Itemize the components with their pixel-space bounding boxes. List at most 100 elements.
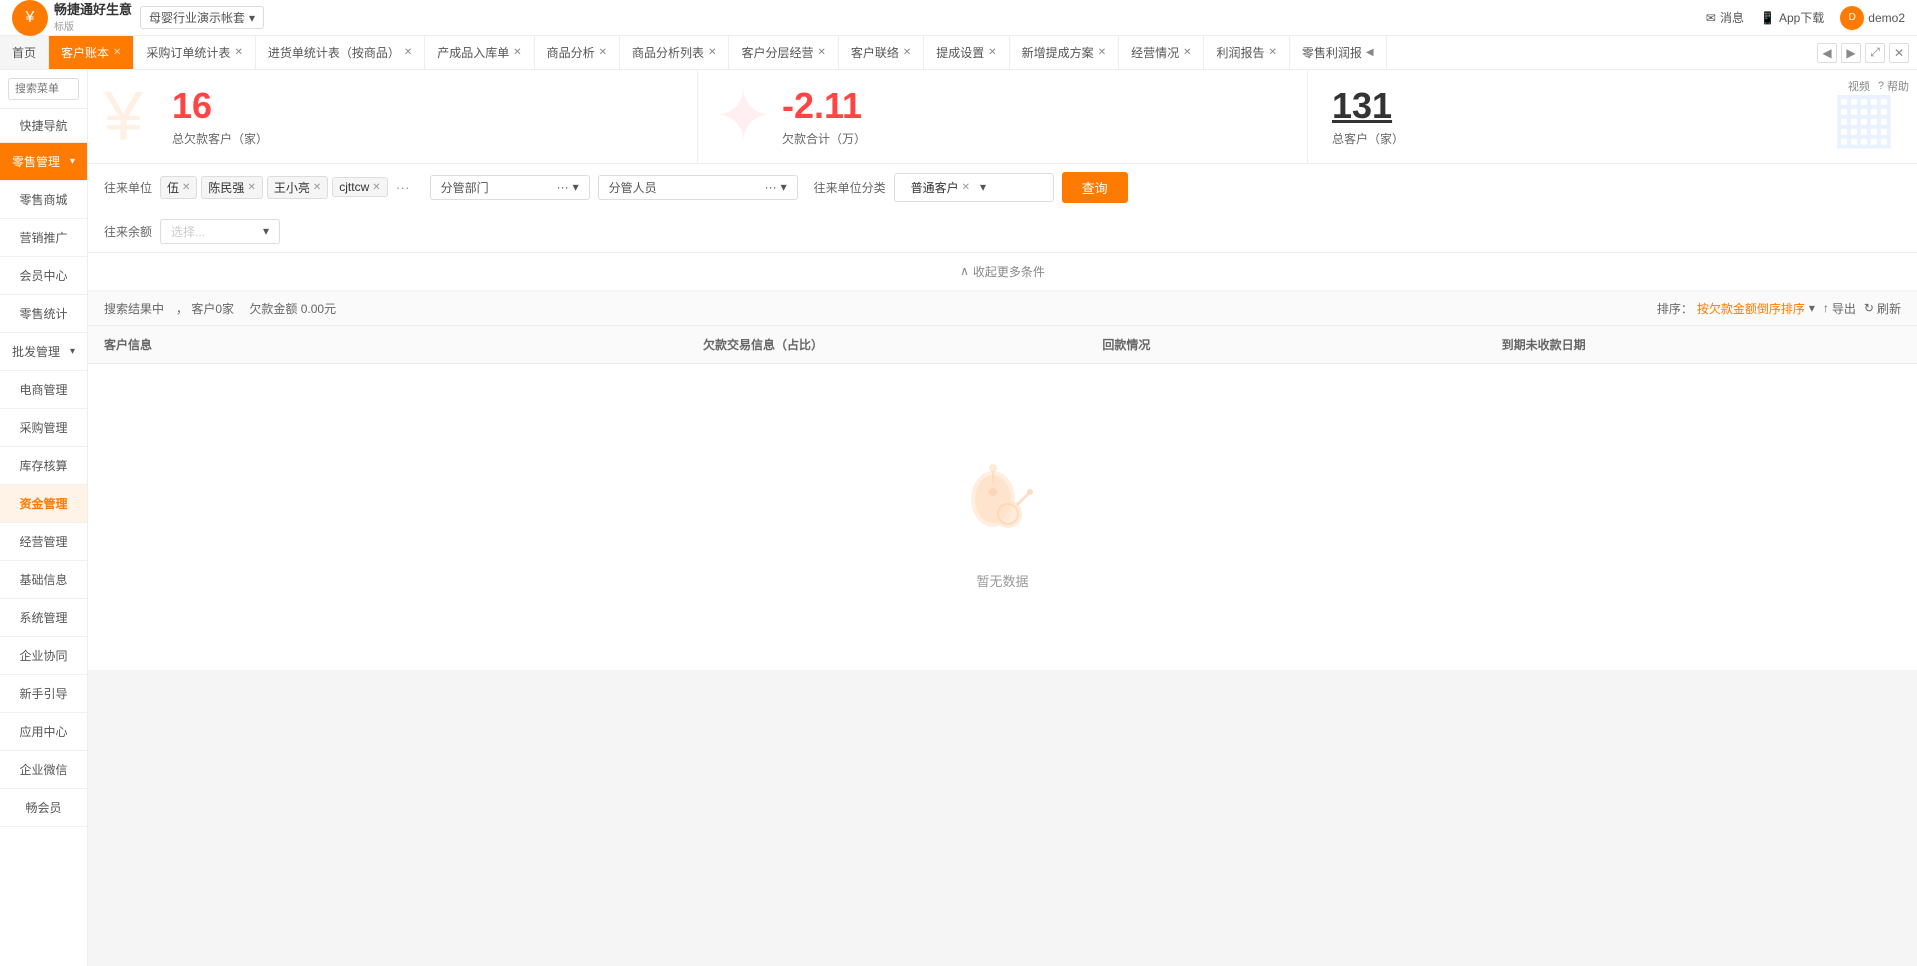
sort-select[interactable]: 排序： 按欠款金额倒序排序 ▾ — [1657, 300, 1815, 317]
tab-goods-analysis-list-label: 商品分析列表 — [632, 44, 704, 61]
sidebar-item-system-mgmt[interactable]: 系统管理 — [0, 599, 87, 637]
nav-prev-btn[interactable]: ◀ — [1817, 43, 1837, 63]
sidebar-item-retail-mgmt[interactable]: 零售管理 ▾ — [0, 143, 87, 181]
tab-profit-report-close[interactable]: ✕ — [1269, 47, 1277, 58]
tab-product-instock-close[interactable]: ✕ — [513, 47, 521, 58]
balance-filter[interactable]: 选择... ▾ — [160, 219, 280, 244]
tab-commission-setting[interactable]: 提成设置 ✕ — [924, 36, 1009, 69]
tab-customer-layer-close[interactable]: ✕ — [817, 47, 825, 58]
table-col-due-date-label: 到期未收款日期 — [1502, 338, 1586, 352]
filter-tag-3[interactable]: cjttcw ✕ — [332, 177, 387, 197]
nav-close-all-btn[interactable]: ✕ — [1889, 43, 1909, 63]
sidebar-item-operations[interactable]: 经营管理 — [0, 523, 87, 561]
tab-customer-contact-close[interactable]: ✕ — [903, 47, 911, 58]
nav-expand-btn[interactable]: ⤢ — [1865, 43, 1885, 63]
person-filter[interactable]: 分管人员 ··· ▾ — [598, 175, 798, 200]
category-filter[interactable]: 普通客户 ✕ ▾ — [894, 173, 1054, 202]
sidebar-item-ecommerce-mgmt[interactable]: 电商管理 — [0, 371, 87, 409]
query-button[interactable]: 查询 — [1062, 172, 1128, 203]
logo-text: 畅捷通好生意 — [54, 2, 132, 18]
sidebar-item-marketing[interactable]: 营销推广 — [0, 219, 87, 257]
filter-tag-1-remove[interactable]: ✕ — [247, 182, 255, 193]
tab-goods-analysis-list[interactable]: 商品分析列表 ✕ — [620, 36, 729, 69]
video-link[interactable]: 视频 — [1848, 78, 1870, 94]
filter-tag-0-remove[interactable]: ✕ — [182, 182, 190, 193]
search-input[interactable] — [8, 78, 79, 100]
filter-tag-2[interactable]: 王小亮 ✕ — [267, 176, 328, 199]
dept-filter[interactable]: 分管部门 ··· ▾ — [430, 175, 590, 200]
logo-text-area: 畅捷通好生意 标版 — [54, 2, 132, 33]
sidebar-enterprise-collab-label: 企业协同 — [19, 649, 67, 663]
filter-tag-3-remove[interactable]: ✕ — [372, 182, 380, 193]
stat-total-customers: ¥ 16 总欠款客户（家） — [88, 70, 697, 163]
filter-more-btn[interactable]: ··· — [392, 179, 414, 195]
app-download-btn[interactable]: 📱 App下载 — [1760, 9, 1824, 26]
person-dots: ··· — [765, 180, 777, 194]
stat-total-debt: ✦ -2.11 欠款合计（万） — [697, 70, 1307, 163]
tab-profit-report[interactable]: 利润报告 ✕ — [1204, 36, 1289, 69]
avatar: D — [1840, 6, 1864, 30]
nav-next-btn[interactable]: ▶ — [1841, 43, 1861, 63]
tab-commission-setting-close[interactable]: ✕ — [988, 47, 996, 58]
tab-add-commission-close[interactable]: ✕ — [1098, 47, 1106, 58]
app-download-label: App下载 — [1779, 9, 1824, 26]
table-col-repayment-label: 回款情况 — [1102, 338, 1150, 352]
tab-customer-layer[interactable]: 客户分层经营 ✕ — [729, 36, 838, 69]
sidebar-item-inventory[interactable]: 库存核算 — [0, 447, 87, 485]
table-col-repayment: 回款情况 — [1102, 336, 1501, 353]
sidebar-item-new-guide[interactable]: 新手引导 — [0, 675, 87, 713]
sidebar-item-enterprise-wechat[interactable]: 企业微信 — [0, 751, 87, 789]
tab-operation-close[interactable]: ✕ — [1183, 47, 1191, 58]
user-menu[interactable]: D demo2 — [1840, 6, 1905, 30]
tab-retail-profit-close[interactable]: ◀ — [1366, 47, 1374, 58]
tab-customer-layer-label: 客户分层经营 — [741, 44, 813, 61]
sidebar-item-vip-member[interactable]: 畅会员 — [0, 789, 87, 827]
workspace-selector[interactable]: 母婴行业演示帐套 ▾ — [140, 6, 264, 29]
tab-inbound-stats-close[interactable]: ✕ — [404, 47, 412, 58]
filter-tag-0[interactable]: 伍 ✕ — [160, 176, 197, 199]
sidebar-item-finance[interactable]: 资金管理 — [0, 485, 87, 523]
sidebar-item-retail-mall[interactable]: 零售商城 — [0, 181, 87, 219]
tab-goods-analysis-close[interactable]: ✕ — [599, 47, 607, 58]
sidebar-item-wholesale-mgmt[interactable]: 批发管理 ▾ — [0, 333, 87, 371]
tab-purchase-order[interactable]: 采购订单统计表 ✕ — [134, 36, 255, 69]
tab-purchase-order-close[interactable]: ✕ — [234, 47, 242, 58]
sidebar-item-enterprise-collab[interactable]: 企业协同 — [0, 637, 87, 675]
sidebar-item-basic-info[interactable]: 基础信息 — [0, 561, 87, 599]
balance-dropdown-icon: ▾ — [263, 224, 269, 238]
refresh-btn[interactable]: ↻ 刷新 — [1864, 300, 1901, 317]
export-btn[interactable]: ↑ 导出 — [1823, 300, 1856, 317]
category-tag-remove[interactable]: ✕ — [962, 182, 970, 193]
export-label: 导出 — [1832, 300, 1856, 317]
table-col-debt-info: 欠款交易信息（占比） — [703, 336, 1102, 353]
tab-customer-contact[interactable]: 客户联络 ✕ — [839, 36, 924, 69]
sidebar-inventory-label: 库存核算 — [19, 459, 67, 473]
sidebar-quick-nav[interactable]: 快捷导航 — [0, 109, 87, 143]
category-tag[interactable]: 普通客户 ✕ — [905, 177, 976, 198]
sidebar-item-retail-stats[interactable]: 零售统计 — [0, 295, 87, 333]
tab-operation[interactable]: 经营情况 ✕ — [1119, 36, 1204, 69]
nav-tabs: 首页 客户账本 ✕ 采购订单统计表 ✕ 进货单统计表（按商品） ✕ 产成品入库单… — [0, 36, 1917, 70]
sidebar-retail-mgmt-arrow: ▾ — [70, 156, 75, 167]
collapse-button[interactable]: ∧ 收起更多条件 — [952, 259, 1053, 284]
tab-customer-contact-label: 客户联络 — [851, 44, 899, 61]
filter-tag-2-remove[interactable]: ✕ — [313, 182, 321, 193]
filter-tag-3-label: cjttcw — [339, 180, 369, 194]
table-header: 客户信息 欠款交易信息（占比） 回款情况 到期未收款日期 — [88, 326, 1917, 364]
dept-dropdown-icon: ▾ — [573, 180, 579, 194]
tab-goods-analysis[interactable]: 商品分析 ✕ — [535, 36, 620, 69]
filter-tag-1[interactable]: 陈民强 ✕ — [201, 176, 262, 199]
message-btn[interactable]: ✉ 消息 — [1706, 9, 1744, 26]
sidebar-item-app-center[interactable]: 应用中心 — [0, 713, 87, 751]
tab-customer-ledger-close[interactable]: ✕ — [113, 47, 121, 58]
tab-add-commission[interactable]: 新增提成方案 ✕ — [1010, 36, 1119, 69]
sidebar-item-purchase-mgmt[interactable]: 采购管理 — [0, 409, 87, 447]
tab-home[interactable]: 首页 — [0, 36, 49, 69]
tab-product-instock[interactable]: 产成品入库单 ✕ — [425, 36, 534, 69]
tab-customer-ledger[interactable]: 客户账本 ✕ — [49, 36, 134, 69]
tab-goods-analysis-list-close[interactable]: ✕ — [708, 47, 716, 58]
tab-retail-profit[interactable]: 零售利润报 ◀ — [1290, 36, 1387, 69]
sidebar-item-member-center[interactable]: 会员中心 — [0, 257, 87, 295]
help-link[interactable]: ? 帮助 — [1878, 78, 1909, 94]
tab-inbound-stats[interactable]: 进货单统计表（按商品） ✕ — [256, 36, 425, 69]
